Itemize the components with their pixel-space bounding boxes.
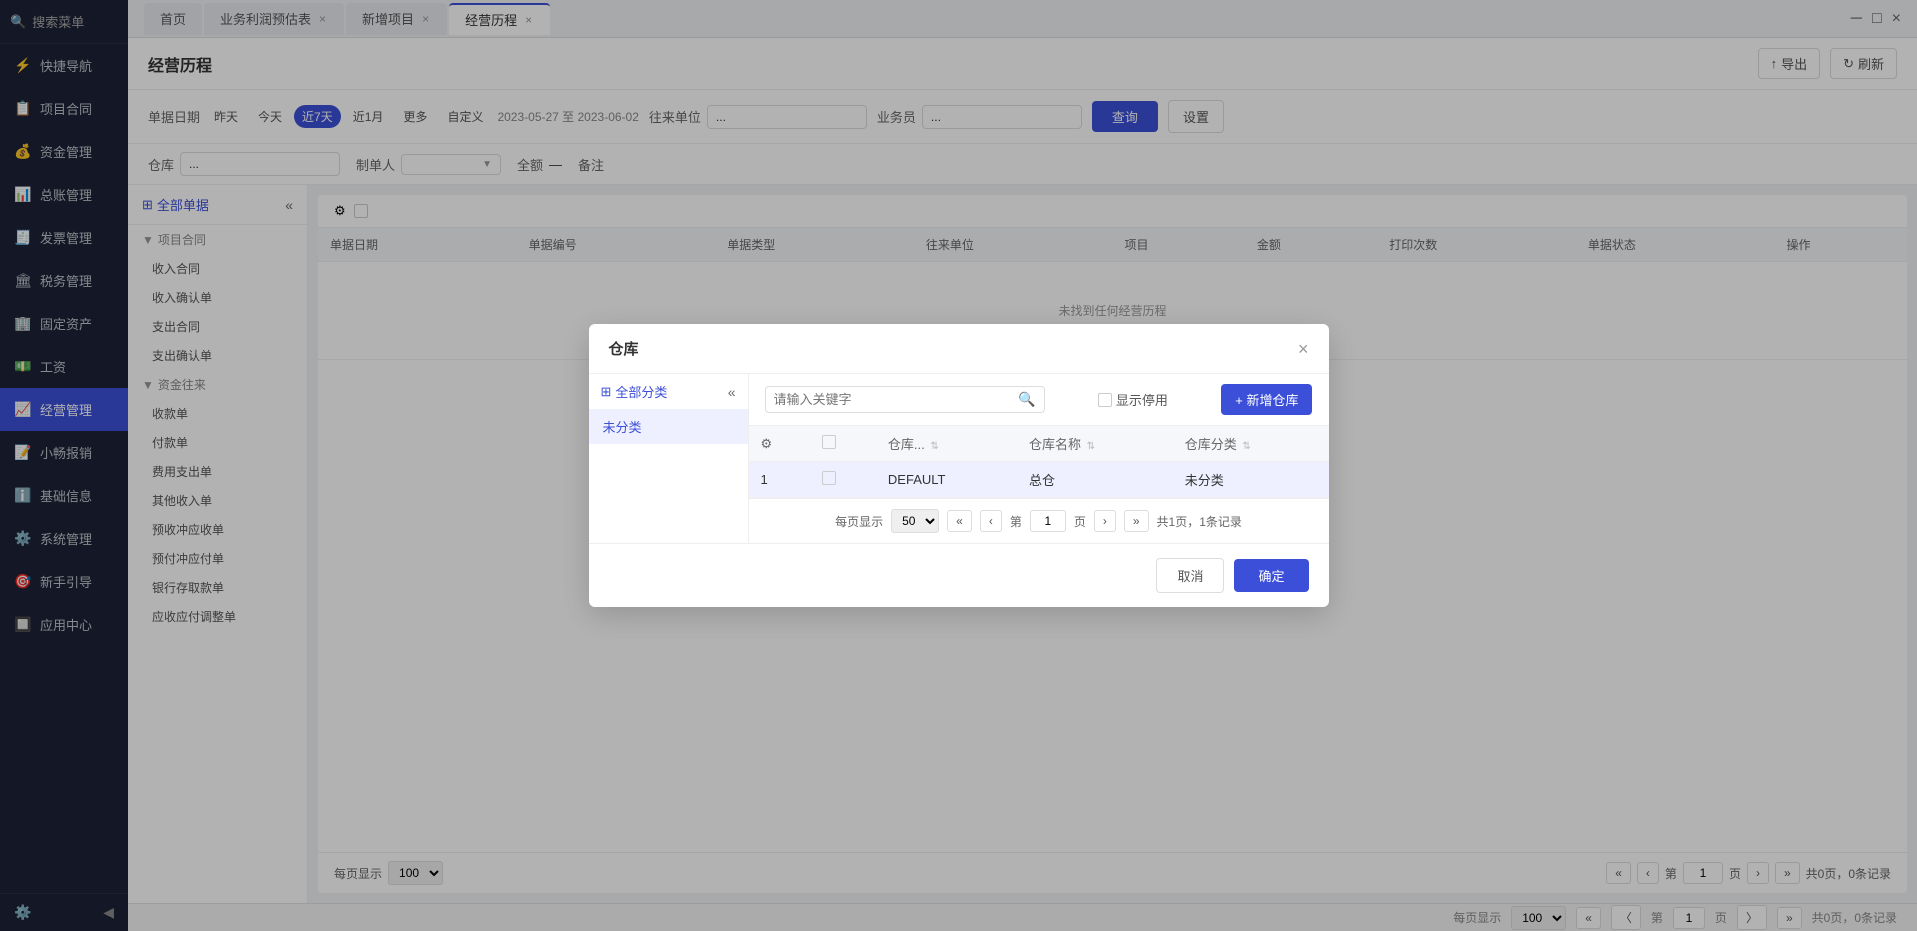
row-category: 未分类 — [1173, 462, 1329, 498]
modal-all-categories[interactable]: ⊞ 全部分类 — [601, 382, 668, 401]
modal-col-name: 仓库名称 ⇅ — [1017, 426, 1173, 462]
modal-grid-icon: ⊞ — [601, 384, 612, 400]
sort-icon-category: ⇅ — [1242, 441, 1250, 452]
modal-search-icon: 🔍 — [1018, 391, 1035, 408]
modal-page-end: 页 — [1074, 513, 1086, 530]
modal-left-panel: ⊞ 全部分类 « 未分类 — [589, 374, 749, 543]
show-disabled-group: 显示停用 — [1098, 390, 1168, 409]
modal-collapse-button[interactable]: « — [728, 384, 736, 400]
modal-per-page-select[interactable]: 50 — [891, 509, 939, 533]
sort-icon-code: ⇅ — [930, 441, 938, 452]
modal-select-all[interactable] — [822, 435, 836, 449]
modal-left-header: ⊞ 全部分类 « — [589, 374, 748, 409]
modal-header: 仓库 × — [589, 324, 1329, 374]
row-code: DEFAULT — [876, 462, 1017, 498]
modal-table-wrap: ⚙ 仓库... ⇅ 仓库名称 — [749, 426, 1329, 498]
sort-icon-name: ⇅ — [1087, 441, 1095, 452]
warehouse-modal: 仓库 × ⊞ 全部分类 « 未分类 🔍 — [589, 324, 1329, 607]
modal-col-checkbox — [810, 426, 876, 462]
modal-page-input[interactable] — [1030, 510, 1066, 532]
modal-search-box[interactable]: 🔍 — [765, 386, 1045, 413]
row-index: 1 — [749, 462, 811, 498]
modal-actions: 取消 确定 — [589, 543, 1329, 607]
modal-body: ⊞ 全部分类 « 未分类 🔍 显示停用 — [589, 374, 1329, 543]
modal-overlay: 仓库 × ⊞ 全部分类 « 未分类 🔍 — [0, 0, 1917, 931]
modal-total: 共1页，1条记录 — [1157, 513, 1242, 530]
modal-toolbar: 🔍 显示停用 + 新增仓库 — [749, 374, 1329, 426]
row-name: 总仓 — [1017, 462, 1173, 498]
modal-page-prev[interactable]: ‹ — [980, 510, 1002, 532]
add-warehouse-button[interactable]: + 新增仓库 — [1221, 384, 1312, 415]
modal-left-uncategorized[interactable]: 未分类 — [589, 409, 748, 444]
show-disabled-label: 显示停用 — [1116, 390, 1168, 409]
modal-all-label: 全部分类 — [615, 382, 667, 401]
modal-per-page-label: 每页显示 — [835, 513, 883, 530]
modal-page-next[interactable]: › — [1094, 510, 1116, 532]
modal-col-code: 仓库... ⇅ — [876, 426, 1017, 462]
modal-page-label: 第 — [1010, 513, 1022, 530]
modal-close-button[interactable]: × — [1298, 340, 1309, 358]
modal-search-input[interactable] — [774, 392, 1013, 407]
confirm-button[interactable]: 确定 — [1234, 559, 1308, 592]
modal-title: 仓库 — [609, 338, 639, 359]
modal-footer: 每页显示 50 « ‹ 第 页 › » 共1页，1条记录 — [749, 498, 1329, 543]
row-checkbox[interactable] — [810, 462, 876, 498]
modal-page-first[interactable]: « — [947, 510, 972, 532]
col-settings-icon[interactable]: ⚙ — [761, 436, 773, 451]
modal-table: ⚙ 仓库... ⇅ 仓库名称 — [749, 426, 1329, 498]
table-row[interactable]: 1 DEFAULT 总仓 未分类 — [749, 462, 1329, 498]
modal-page-last[interactable]: » — [1124, 510, 1149, 532]
show-disabled-checkbox[interactable] — [1098, 393, 1112, 407]
cancel-button[interactable]: 取消 — [1156, 558, 1224, 593]
modal-col-category: 仓库分类 ⇅ — [1173, 426, 1329, 462]
modal-col-settings: ⚙ — [749, 426, 811, 462]
modal-right-panel: 🔍 显示停用 + 新增仓库 ⚙ — [749, 374, 1329, 543]
